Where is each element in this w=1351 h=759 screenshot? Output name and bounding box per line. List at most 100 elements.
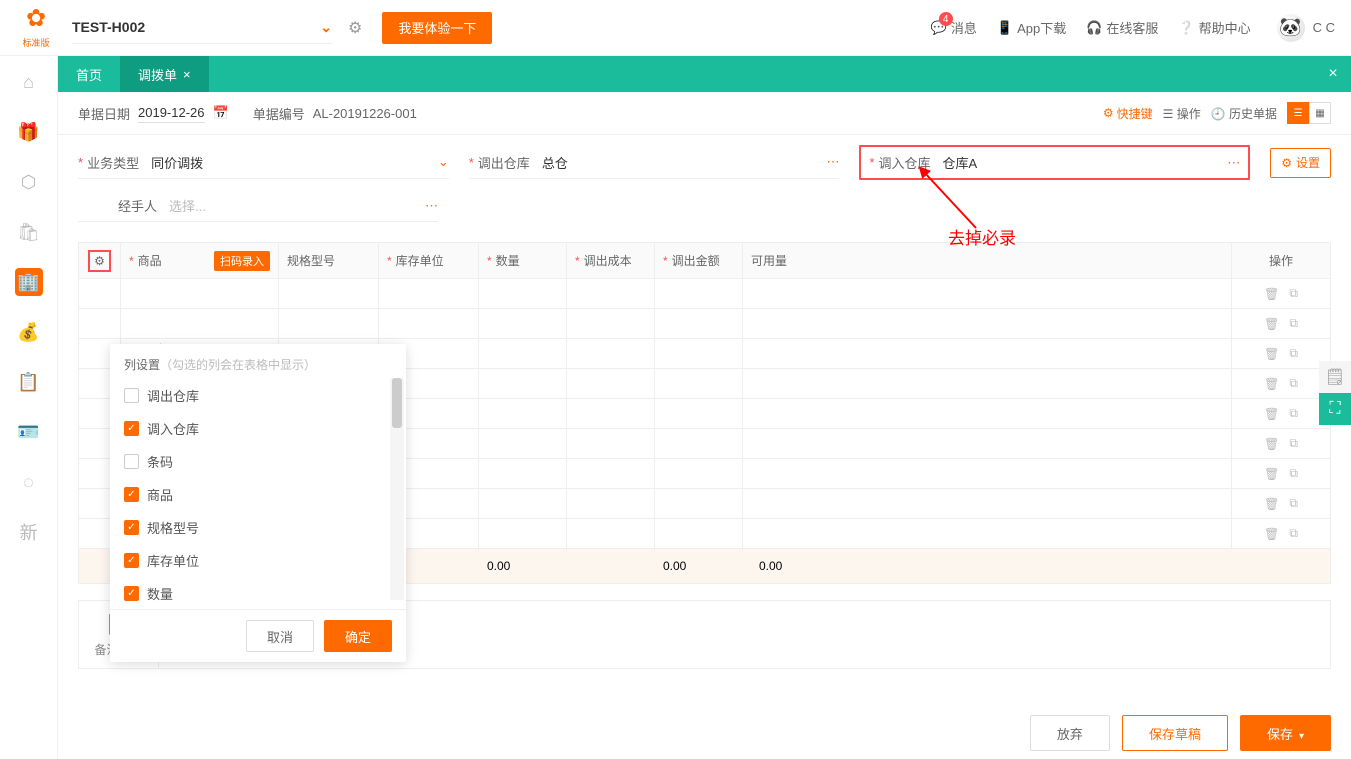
delete-icon[interactable]: 🗑 — [1264, 437, 1279, 451]
checkbox-icon[interactable]: ✓ — [124, 487, 139, 502]
cancel-button[interactable]: 取消 — [246, 620, 314, 652]
nav-bag-icon[interactable]: 🛍 — [15, 218, 43, 246]
col-outcost: *调出成本 — [567, 243, 655, 278]
user-menu[interactable]: 🐼 C C — [1277, 14, 1335, 42]
nav-ring-icon[interactable]: ◌ — [15, 468, 43, 496]
sum-amount: 0.00 — [655, 559, 743, 573]
headset-icon: 🎧 — [1086, 20, 1102, 36]
copy-icon[interactable]: ⧉ — [1289, 436, 1298, 451]
messages-link[interactable]: 💬 消息 4 — [931, 18, 977, 37]
close-icon[interactable]: × — [183, 67, 191, 82]
user-name: C C — [1313, 20, 1335, 35]
draft-button[interactable]: 保存草稿 — [1122, 715, 1228, 751]
header-actions: ⚙快捷键 ☰ 操作 🕘 历史单据 ☰ ▦ — [1103, 102, 1331, 124]
handler-field[interactable]: 经手人 选择... ⋯ — [78, 190, 438, 222]
chevron-down-icon: ⌄ — [320, 19, 332, 36]
table-row[interactable]: 🗑⧉ — [79, 279, 1330, 309]
col-spec: 规格型号 — [279, 243, 379, 278]
delete-icon[interactable]: 🗑 — [1264, 467, 1279, 481]
discard-button[interactable]: 放弃 — [1030, 715, 1110, 751]
store-selector[interactable]: TEST-H002 ⌄ — [72, 12, 332, 44]
col-settings-button[interactable]: ⚙ — [79, 243, 121, 278]
copy-icon[interactable]: ⧉ — [1289, 286, 1298, 301]
trial-button[interactable]: 我要体验一下 — [382, 12, 492, 44]
copy-icon[interactable]: ⧉ — [1289, 346, 1298, 361]
copy-icon[interactable]: ⧉ — [1289, 406, 1298, 421]
sum-qty: 0.00 — [479, 559, 567, 573]
copy-icon[interactable]: ⧉ — [1289, 496, 1298, 511]
help-link[interactable]: ❔ 帮助中心 — [1178, 18, 1250, 37]
nav-tag-icon[interactable]: ⬡ — [15, 168, 43, 196]
copy-icon[interactable]: ⧉ — [1289, 316, 1298, 331]
settings-button[interactable]: ⚙ 设置 — [1270, 148, 1331, 178]
docnum-label: 单据编号 — [253, 104, 305, 123]
list-view-icon[interactable]: ☰ — [1287, 102, 1309, 124]
table-row[interactable]: 🗑⧉ — [79, 309, 1330, 339]
expand-tool-icon[interactable]: ⛶ — [1319, 393, 1351, 425]
chevron-down-icon: ⌄ — [438, 154, 449, 170]
copy-icon[interactable]: ⧉ — [1289, 376, 1298, 391]
nav-id-icon[interactable]: 🪪 — [15, 418, 43, 446]
copy-icon[interactable]: ⧉ — [1289, 466, 1298, 481]
biz-type-field[interactable]: * 业务类型 同价调拨 ⌄ — [78, 147, 449, 179]
store-name: TEST-H002 — [72, 19, 145, 35]
tab-home[interactable]: 首页 — [58, 56, 120, 92]
column-option[interactable]: ✓库存单位 — [124, 544, 392, 577]
column-list[interactable]: 调出仓库✓调入仓库条码✓商品✓规格型号✓库存单位✓数量单位2 — [110, 379, 406, 609]
delete-icon[interactable]: 🗑 — [1264, 527, 1279, 541]
nav-clipboard-icon[interactable]: 📋 — [15, 368, 43, 396]
checkbox-icon[interactable] — [124, 454, 139, 469]
col-ops: 操作 — [1232, 243, 1330, 278]
column-option[interactable]: ✓调入仓库 — [124, 412, 392, 445]
delete-icon[interactable]: 🗑 — [1264, 347, 1279, 361]
column-option[interactable]: ✓数量 — [124, 577, 392, 609]
checkbox-icon[interactable]: ✓ — [124, 421, 139, 436]
delete-icon[interactable]: 🗑 — [1264, 377, 1279, 391]
checkbox-icon[interactable]: ✓ — [124, 520, 139, 535]
tab-current[interactable]: 调拨单 × — [120, 56, 209, 92]
column-option[interactable]: ✓规格型号 — [124, 511, 392, 544]
help-icon: ❔ — [1178, 20, 1194, 36]
col-outamount: *调出金额 — [655, 243, 743, 278]
nav-gift-icon[interactable]: 🎁 — [15, 118, 43, 146]
in-warehouse-field[interactable]: * 调入仓库 仓库A ⋯ — [859, 145, 1250, 180]
operate-link[interactable]: ☰ 操作 — [1163, 105, 1201, 122]
delete-icon[interactable]: 🗑 — [1264, 287, 1279, 301]
delete-icon[interactable]: 🗑 — [1264, 407, 1279, 421]
top-bar: ✿ 标准版 TEST-H002 ⌄ ⚙ 我要体验一下 💬 消息 4 📱 App下… — [0, 0, 1351, 56]
out-warehouse-field[interactable]: * 调出仓库 总仓 ⋯ — [469, 147, 840, 179]
copy-icon[interactable]: ⧉ — [1289, 526, 1298, 541]
grid-view-icon[interactable]: ▦ — [1309, 102, 1331, 124]
delete-icon[interactable]: 🗑 — [1264, 497, 1279, 511]
nav-money-icon[interactable]: 💰 — [15, 318, 43, 346]
nav-warehouse-icon[interactable]: 🏢 — [15, 268, 43, 296]
download-link[interactable]: 📱 App下载 — [997, 18, 1066, 37]
column-option[interactable]: 调出仓库 — [124, 379, 392, 412]
column-option[interactable]: ✓商品 — [124, 478, 392, 511]
nav-new-icon[interactable]: 新 — [15, 518, 43, 546]
tab-bar: 首页 调拨单 × × — [58, 56, 1351, 92]
note-tool-icon[interactable]: 🗒 — [1319, 361, 1351, 393]
date-value[interactable]: 2019-12-26 — [138, 103, 205, 123]
scan-button[interactable]: 扫码录入 — [214, 251, 270, 271]
shortcut-link[interactable]: ⚙快捷键 — [1103, 105, 1153, 122]
calendar-icon[interactable]: 📅 — [213, 105, 229, 121]
scrollbar[interactable] — [390, 378, 404, 600]
save-button[interactable]: 保存▾ — [1240, 715, 1331, 751]
popup-title: 列设置（勾选的列会在表格中显示） — [110, 344, 406, 379]
nav-home-icon[interactable]: ⌂ — [15, 68, 43, 96]
checkbox-icon[interactable] — [124, 388, 139, 403]
confirm-button[interactable]: 确定 — [324, 620, 392, 652]
logo-icon: ✿ — [16, 4, 56, 33]
close-all-button[interactable]: × — [1315, 56, 1351, 92]
gear-icon[interactable]: ⚙ — [348, 18, 362, 38]
checkbox-icon[interactable]: ✓ — [124, 553, 139, 568]
left-nav: ⌂ 🎁 ⬡ 🛍 🏢 💰 📋 🪪 ◌ 新 — [0, 56, 58, 759]
history-link[interactable]: 🕘 历史单据 — [1211, 105, 1277, 122]
view-toggle[interactable]: ☰ ▦ — [1287, 102, 1331, 124]
checkbox-icon[interactable]: ✓ — [124, 586, 139, 601]
service-link[interactable]: 🎧 在线客服 — [1086, 18, 1158, 37]
footer-buttons: 放弃 保存草稿 保存▾ — [1030, 715, 1331, 751]
delete-icon[interactable]: 🗑 — [1264, 317, 1279, 331]
column-option[interactable]: 条码 — [124, 445, 392, 478]
